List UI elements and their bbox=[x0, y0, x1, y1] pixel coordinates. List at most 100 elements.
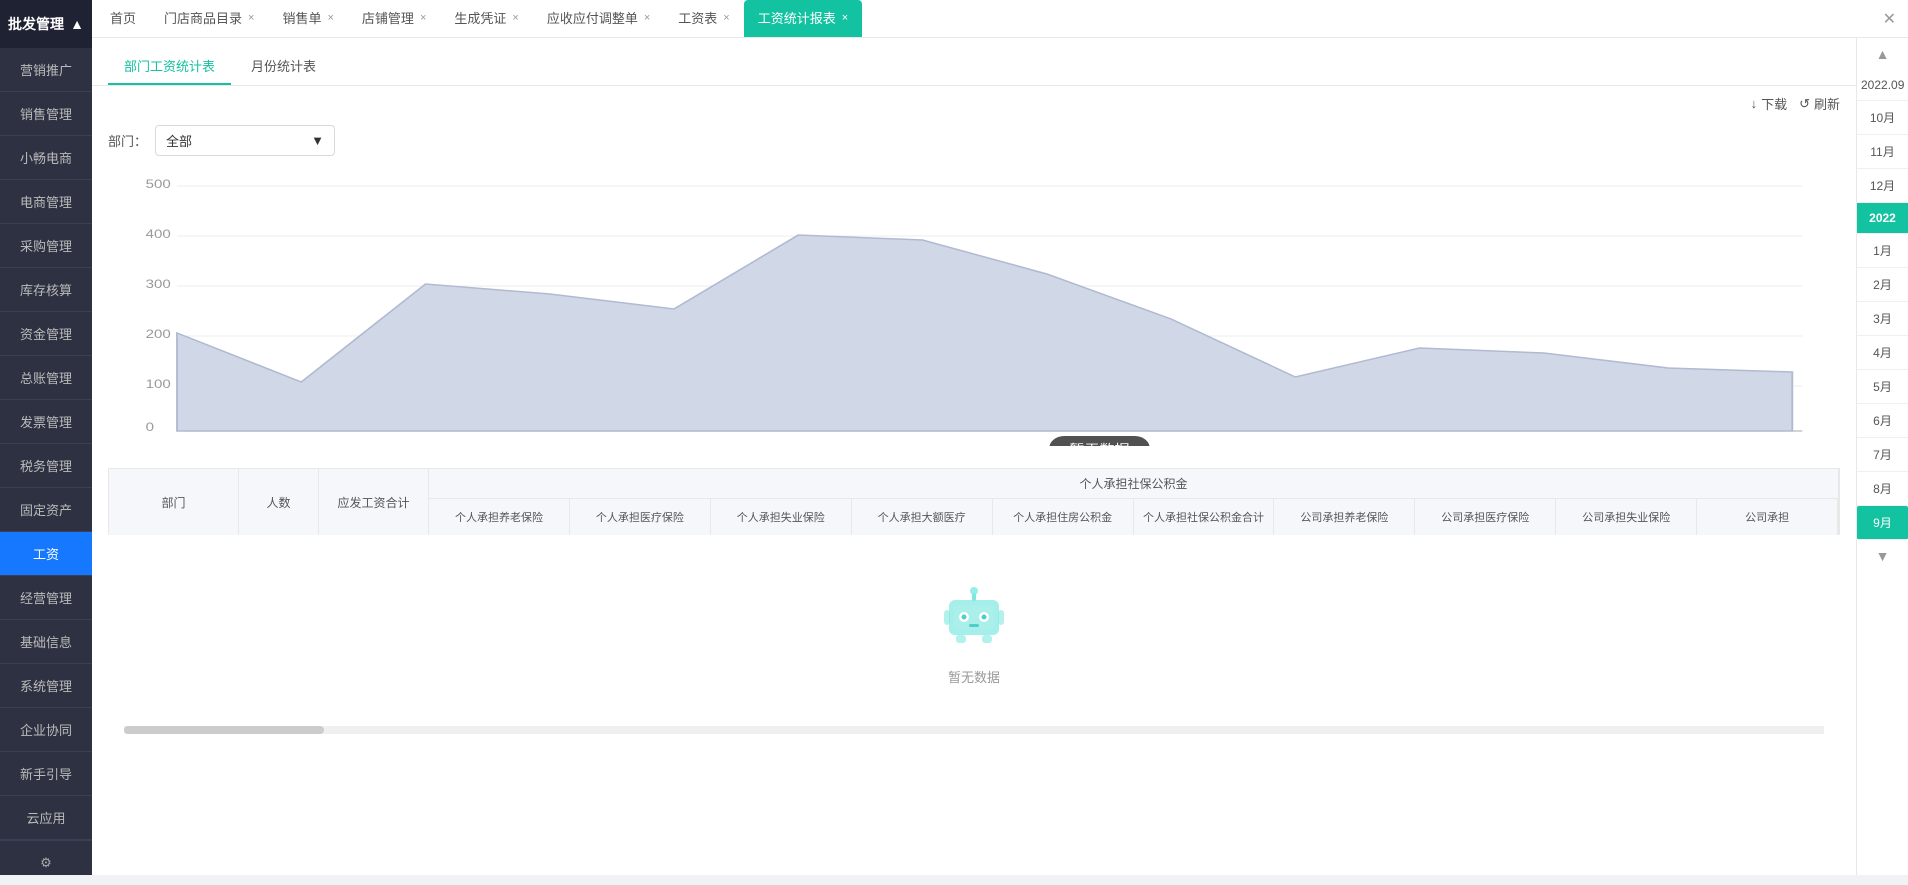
th-personal-housing: 个人承担住房公积金 bbox=[993, 499, 1134, 535]
toolbar: ↓ 下载 ↺ 刷新 bbox=[92, 86, 1856, 121]
sidebar-items: 营销推广销售管理小畅电商电商管理采购管理库存核算资金管理总账管理发票管理税务管理… bbox=[0, 48, 92, 840]
sidebar-arrow-icon: ▲ bbox=[70, 16, 84, 32]
right-panel-item-2月[interactable]: 2月 bbox=[1857, 268, 1908, 302]
horizontal-scrollbar[interactable] bbox=[124, 726, 1824, 734]
nav-down-icon[interactable]: ▼ bbox=[1857, 540, 1908, 572]
right-panel-item-9月[interactable]: 9月 bbox=[1857, 506, 1908, 540]
tab-bar: 首页门店商品目录×销售单×店铺管理×生成凭证×应收应付调整单×工资表×工资统计报… bbox=[92, 0, 1908, 38]
tab-工资统计报表[interactable]: 工资统计报表× bbox=[744, 0, 862, 37]
tab-close-icon[interactable]: × bbox=[327, 12, 333, 24]
th-group-personal-header: 个人承担社保公积金 bbox=[429, 469, 1838, 499]
th-count: 人数 bbox=[239, 469, 319, 535]
refresh-button[interactable]: ↺ 刷新 bbox=[1799, 94, 1840, 113]
sidebar-item-固定资产[interactable]: 固定资产 bbox=[0, 488, 92, 532]
settings-icon: ⚙ bbox=[40, 855, 52, 870]
right-panel-item-10月[interactable]: 10月 bbox=[1857, 101, 1908, 135]
right-panel-item-3月[interactable]: 3月 bbox=[1857, 302, 1908, 336]
svg-text:0: 0 bbox=[146, 420, 155, 433]
right-panel-item-12月[interactable]: 12月 bbox=[1857, 169, 1908, 203]
tab-首页[interactable]: 首页 bbox=[96, 0, 150, 37]
tab-close-icon[interactable]: × bbox=[723, 12, 729, 24]
sidebar-item-采购管理[interactable]: 采购管理 bbox=[0, 224, 92, 268]
nav-up-icon[interactable]: ▲ bbox=[1857, 38, 1908, 70]
sub-tab-部门工资统计表[interactable]: 部门工资统计表 bbox=[108, 48, 231, 85]
svg-text:200: 200 bbox=[146, 327, 172, 340]
main: 首页门店商品目录×销售单×店铺管理×生成凭证×应收应付调整单×工资表×工资统计报… bbox=[92, 0, 1908, 875]
sidebar-item-电商管理[interactable]: 电商管理 bbox=[0, 180, 92, 224]
th-personal-pension: 个人承担养老保险 bbox=[429, 499, 570, 535]
sidebar-item-小畅电商[interactable]: 小畅电商 bbox=[0, 136, 92, 180]
sidebar-item-总账管理[interactable]: 总账管理 bbox=[0, 356, 92, 400]
filter-dept-value: 全部 bbox=[166, 131, 192, 150]
sidebar-item-发票管理[interactable]: 发票管理 bbox=[0, 400, 92, 444]
right-panel-item-11月[interactable]: 11月 bbox=[1857, 135, 1908, 169]
sidebar-item-经营管理[interactable]: 经营管理 bbox=[0, 576, 92, 620]
right-panel-item-5月[interactable]: 5月 bbox=[1857, 370, 1908, 404]
sidebar-item-新手引导[interactable]: 新手引导 bbox=[0, 752, 92, 796]
tab-店铺管理[interactable]: 店铺管理× bbox=[348, 0, 440, 37]
chevron-down-icon: ▼ bbox=[311, 133, 324, 148]
tab-生成凭证[interactable]: 生成凭证× bbox=[440, 0, 532, 37]
sub-tab-月份统计表[interactable]: 月份统计表 bbox=[235, 48, 332, 85]
svg-text:300: 300 bbox=[146, 277, 172, 290]
sidebar-item-企业协同[interactable]: 企业协同 bbox=[0, 708, 92, 752]
sidebar-item-资金管理[interactable]: 资金管理 bbox=[0, 312, 92, 356]
sidebar-item-营销推广[interactable]: 营销推广 bbox=[0, 48, 92, 92]
tab-close-icon[interactable]: × bbox=[512, 12, 518, 24]
empty-text: 暂无数据 bbox=[948, 667, 1000, 686]
download-button[interactable]: ↓ 下载 bbox=[1751, 94, 1788, 113]
right-panel-item-2022[interactable]: 2022 bbox=[1857, 203, 1908, 234]
th-personal-medical: 个人承担医疗保险 bbox=[570, 499, 711, 535]
table-header: 部门 人数 应发工资合计 个人承担社保公积金 个人承担养老保险 个人承担医疗保险… bbox=[108, 468, 1840, 535]
sidebar-item-基础信息[interactable]: 基础信息 bbox=[0, 620, 92, 664]
scroll-thumb[interactable] bbox=[124, 726, 324, 734]
th-group-personal: 个人承担社保公积金 个人承担养老保险 个人承担医疗保险 个人承担失业保险 个人承… bbox=[429, 469, 1839, 535]
sidebar-footer[interactable]: ⚙ bbox=[0, 840, 92, 885]
svg-text:暂无数据: 暂无数据 bbox=[1069, 442, 1130, 446]
tab-工资表[interactable]: 工资表× bbox=[664, 0, 743, 37]
tab-close-icon[interactable]: × bbox=[248, 12, 254, 24]
right-panel-item-1月[interactable]: 1月 bbox=[1857, 234, 1908, 268]
sidebar-item-云应用[interactable]: 云应用 bbox=[0, 796, 92, 840]
th-personal-unemployment: 个人承担失业保险 bbox=[711, 499, 852, 535]
tab-close-icon[interactable]: × bbox=[644, 12, 650, 24]
th-dept: 部门 bbox=[109, 469, 239, 535]
filter-dept-select[interactable]: 全部 ▼ bbox=[155, 125, 335, 156]
salary-chart: 500 400 300 200 100 0 bbox=[108, 176, 1840, 446]
chart-area: 500 400 300 200 100 0 bbox=[92, 168, 1856, 468]
th-salary: 应发工资合计 bbox=[319, 469, 429, 535]
filter-dept-label: 部门： bbox=[108, 131, 147, 150]
sidebar: 批发管理 ▲ 营销推广销售管理小畅电商电商管理采购管理库存核算资金管理总账管理发… bbox=[0, 0, 92, 875]
right-panel-item-8月[interactable]: 8月 bbox=[1857, 472, 1908, 506]
page-content: 部门工资统计表月份统计表 ↓ 下载 ↺ 刷新 部门： 全部 ▼ bbox=[92, 38, 1856, 875]
right-panel-item-6月[interactable]: 6月 bbox=[1857, 404, 1908, 438]
sidebar-item-税务管理[interactable]: 税务管理 bbox=[0, 444, 92, 488]
sidebar-item-系统管理[interactable]: 系统管理 bbox=[0, 664, 92, 708]
content: 部门工资统计表月份统计表 ↓ 下载 ↺ 刷新 部门： 全部 ▼ bbox=[92, 38, 1908, 875]
sidebar-item-库存核算[interactable]: 库存核算 bbox=[0, 268, 92, 312]
th-personal-major-medical: 个人承担大额医疗 bbox=[852, 499, 993, 535]
th-personal-total: 个人承担社保公积金合计 bbox=[1134, 499, 1275, 535]
tab-close-all-icon[interactable]: ✕ bbox=[1875, 5, 1904, 33]
tab-应收应付调整单[interactable]: 应收应付调整单× bbox=[533, 0, 664, 37]
svg-text:400: 400 bbox=[146, 227, 172, 240]
sidebar-item-工资[interactable]: 工资 bbox=[0, 532, 92, 576]
sidebar-header[interactable]: 批发管理 ▲ bbox=[0, 0, 92, 48]
sidebar-title: 批发管理 bbox=[8, 14, 64, 34]
right-panel-item-7月[interactable]: 7月 bbox=[1857, 438, 1908, 472]
th-company-pension: 公司承担养老保险 bbox=[1274, 499, 1415, 535]
sidebar-item-销售管理[interactable]: 销售管理 bbox=[0, 92, 92, 136]
tab-销售单[interactable]: 销售单× bbox=[268, 0, 347, 37]
empty-robot-icon bbox=[934, 575, 1014, 655]
empty-state: 暂无数据 bbox=[108, 535, 1840, 726]
th-company-unemployment: 公司承担失业保险 bbox=[1556, 499, 1697, 535]
right-panel: ▲2022.0910月11月12月20221月2月3月4月5月6月7月8月9月▼ bbox=[1856, 38, 1908, 875]
right-panel-item-2022.09[interactable]: 2022.09 bbox=[1857, 70, 1908, 101]
th-group-personal-cells: 个人承担养老保险 个人承担医疗保险 个人承担失业保险 个人承担大额医疗 个人承担… bbox=[429, 499, 1838, 535]
tab-close-icon[interactable]: × bbox=[842, 12, 848, 24]
table-area: 部门 人数 应发工资合计 个人承担社保公积金 个人承担养老保险 个人承担医疗保险… bbox=[92, 468, 1856, 734]
tab-close-icon[interactable]: × bbox=[420, 12, 426, 24]
right-panel-item-4月[interactable]: 4月 bbox=[1857, 336, 1908, 370]
download-icon: ↓ bbox=[1751, 96, 1758, 111]
tab-门店商品目录[interactable]: 门店商品目录× bbox=[150, 0, 268, 37]
